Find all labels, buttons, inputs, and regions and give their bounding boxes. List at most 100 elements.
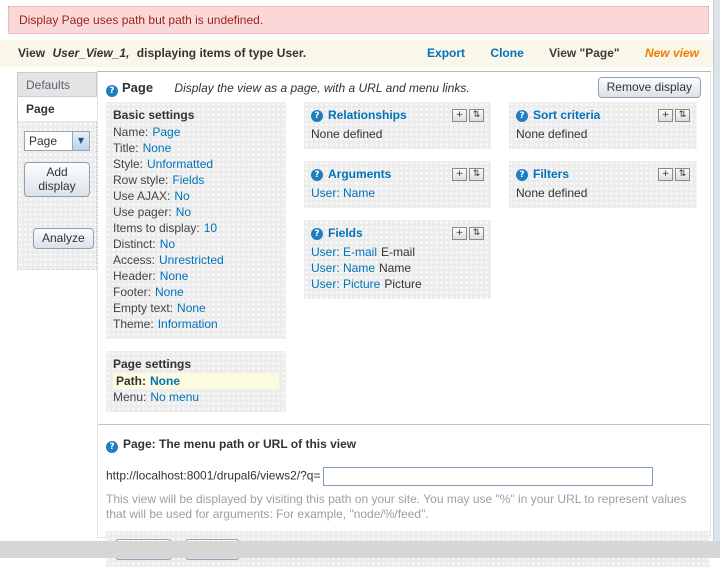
path-help-text: This view will be displayed by visiting …: [106, 492, 687, 521]
add-icon[interactable]: +: [452, 168, 467, 181]
setting-label: Title:: [113, 141, 139, 155]
menu-value-link[interactable]: No menu: [150, 390, 199, 404]
setting-label: Name:: [113, 125, 149, 139]
display-type-select[interactable]: Page ▼: [24, 131, 90, 151]
add-display-button[interactable]: Add display: [24, 162, 90, 197]
field-link[interactable]: User: Name: [311, 261, 375, 275]
setting-label: Use pager:: [113, 205, 172, 219]
view-title-prefix: View: [18, 46, 46, 60]
arguments-box: ? Arguments + ⇅ User: Name: [304, 161, 491, 208]
settings-columns: Basic settings Name: Page Title: None Styl…: [98, 102, 710, 424]
add-icon[interactable]: +: [658, 109, 673, 122]
fields-title-link[interactable]: Fields: [328, 225, 452, 242]
fields-actions: + ⇅: [452, 227, 484, 240]
setting-value-link[interactable]: Page: [152, 125, 180, 139]
column-right: ? Sort criteria + ⇅ None defined ? Filte…: [509, 102, 697, 220]
setting-label: Path:: [116, 374, 146, 388]
setting-label: Style:: [113, 157, 144, 171]
display-edit-panel: ? Page Display the view as a page, with a…: [97, 71, 711, 567]
remove-display-button[interactable]: Remove display: [597, 77, 701, 98]
sort-criteria-header: ? Sort criteria + ⇅: [516, 107, 690, 124]
path-url-row: http://localhost:8001/drupal6/views2/?q=: [106, 467, 710, 486]
setting-row-name: Name: Page: [113, 124, 279, 140]
analyze-button[interactable]: Analyze: [33, 228, 94, 249]
setting-value-link[interactable]: Unformatted: [147, 157, 213, 171]
path-form-title: ? Page: The menu path or URL of this view: [106, 437, 710, 453]
setting-value-link[interactable]: Unrestricted: [159, 253, 224, 267]
sidebar-tab-page[interactable]: Page: [17, 97, 97, 122]
setting-row-header: Header: None: [113, 268, 279, 284]
help-icon[interactable]: ?: [311, 109, 323, 122]
basic-settings-box: Basic settings Name: Page Title: None Styl…: [106, 102, 286, 339]
help-icon[interactable]: ?: [106, 441, 118, 453]
add-icon[interactable]: +: [658, 168, 673, 181]
setting-row-path: Path: None: [113, 373, 279, 389]
setting-label: Menu:: [113, 390, 147, 404]
setting-label: Footer:: [113, 285, 152, 299]
setting-value-link[interactable]: None: [177, 301, 206, 315]
help-icon[interactable]: ?: [516, 168, 528, 181]
setting-value-link[interactable]: None: [160, 269, 189, 283]
setting-row-use-ajax: Use AJAX: No: [113, 188, 279, 204]
field-item: User: Name Name: [311, 260, 484, 276]
scrollbar-track[interactable]: [713, 0, 720, 541]
help-icon[interactable]: ?: [106, 85, 118, 97]
clone-link[interactable]: Clone: [490, 46, 523, 60]
rearrange-icon[interactable]: ⇅: [675, 168, 690, 181]
help-icon[interactable]: ?: [311, 227, 323, 240]
argument-link[interactable]: User: Name: [311, 186, 375, 200]
setting-row-access: Access: Unrestricted: [113, 252, 279, 268]
path-input[interactable]: [323, 467, 654, 486]
arguments-title-link[interactable]: Arguments: [328, 166, 452, 183]
display-header: ? Page Display the view as a page, with a…: [98, 72, 710, 102]
path-value-link[interactable]: None: [150, 374, 180, 388]
setting-value-link[interactable]: No: [160, 237, 175, 251]
setting-row-items: Items to display: 10: [113, 220, 279, 236]
page-settings-title: Page settings: [113, 357, 192, 371]
add-icon[interactable]: +: [452, 109, 467, 122]
sort-criteria-title-link[interactable]: Sort criteria: [533, 107, 658, 124]
add-icon[interactable]: +: [452, 227, 467, 240]
setting-value-link[interactable]: None: [143, 141, 172, 155]
window-bottom-band: [0, 541, 720, 558]
arguments-header: ? Arguments + ⇅: [311, 166, 484, 183]
filters-empty: None defined: [516, 186, 588, 200]
relationships-title-link[interactable]: Relationships: [328, 107, 452, 124]
relationships-box: ? Relationships + ⇅ None defined: [304, 102, 491, 149]
setting-value-link[interactable]: Fields: [172, 173, 204, 187]
setting-value-link[interactable]: No: [174, 189, 189, 203]
setting-value-link[interactable]: 10: [204, 221, 217, 235]
fields-box: ? Fields + ⇅ User: E-mail E-mail User: Na…: [304, 220, 491, 299]
rearrange-icon[interactable]: ⇅: [675, 109, 690, 122]
setting-label: Row style:: [113, 173, 169, 187]
filters-title-link[interactable]: Filters: [533, 166, 658, 183]
help-icon[interactable]: ?: [516, 109, 528, 122]
export-link[interactable]: Export: [427, 46, 465, 60]
field-item: User: Picture Picture: [311, 276, 484, 292]
field-label: Picture: [384, 277, 422, 291]
setting-label: Access:: [113, 253, 156, 267]
setting-value-link[interactable]: Information: [158, 317, 218, 331]
display-sidebar: Defaults Page Page ▼ Add display Analyze: [17, 72, 97, 270]
setting-row-distinct: Distinct: No: [113, 236, 279, 252]
display-type-select-value: Page: [29, 134, 58, 148]
field-link[interactable]: User: E-mail: [311, 245, 377, 259]
page-settings-box: Page settings Path: None Menu: No menu: [106, 351, 286, 412]
field-link[interactable]: User: Picture: [311, 277, 380, 291]
sort-criteria-actions: + ⇅: [658, 109, 690, 122]
rearrange-icon[interactable]: ⇅: [469, 109, 484, 122]
new-view-link[interactable]: New view: [645, 46, 699, 60]
setting-value-link[interactable]: None: [155, 285, 184, 299]
sidebar-tab-defaults[interactable]: Defaults: [17, 72, 97, 97]
rearrange-icon[interactable]: ⇅: [469, 227, 484, 240]
relationships-empty: None defined: [311, 127, 383, 141]
help-icon[interactable]: ?: [311, 168, 323, 181]
relationships-actions: + ⇅: [452, 109, 484, 122]
view-actions: Export Clone View "Page" New view: [405, 46, 699, 60]
setting-value-link[interactable]: No: [176, 205, 191, 219]
view-page-link[interactable]: View "Page": [549, 46, 620, 60]
column-middle: ? Relationships + ⇅ None defined ? Argum…: [304, 102, 491, 311]
arguments-actions: + ⇅: [452, 168, 484, 181]
rearrange-icon[interactable]: ⇅: [469, 168, 484, 181]
view-title-bar: Export Clone View "Page" New view View U…: [0, 40, 713, 67]
